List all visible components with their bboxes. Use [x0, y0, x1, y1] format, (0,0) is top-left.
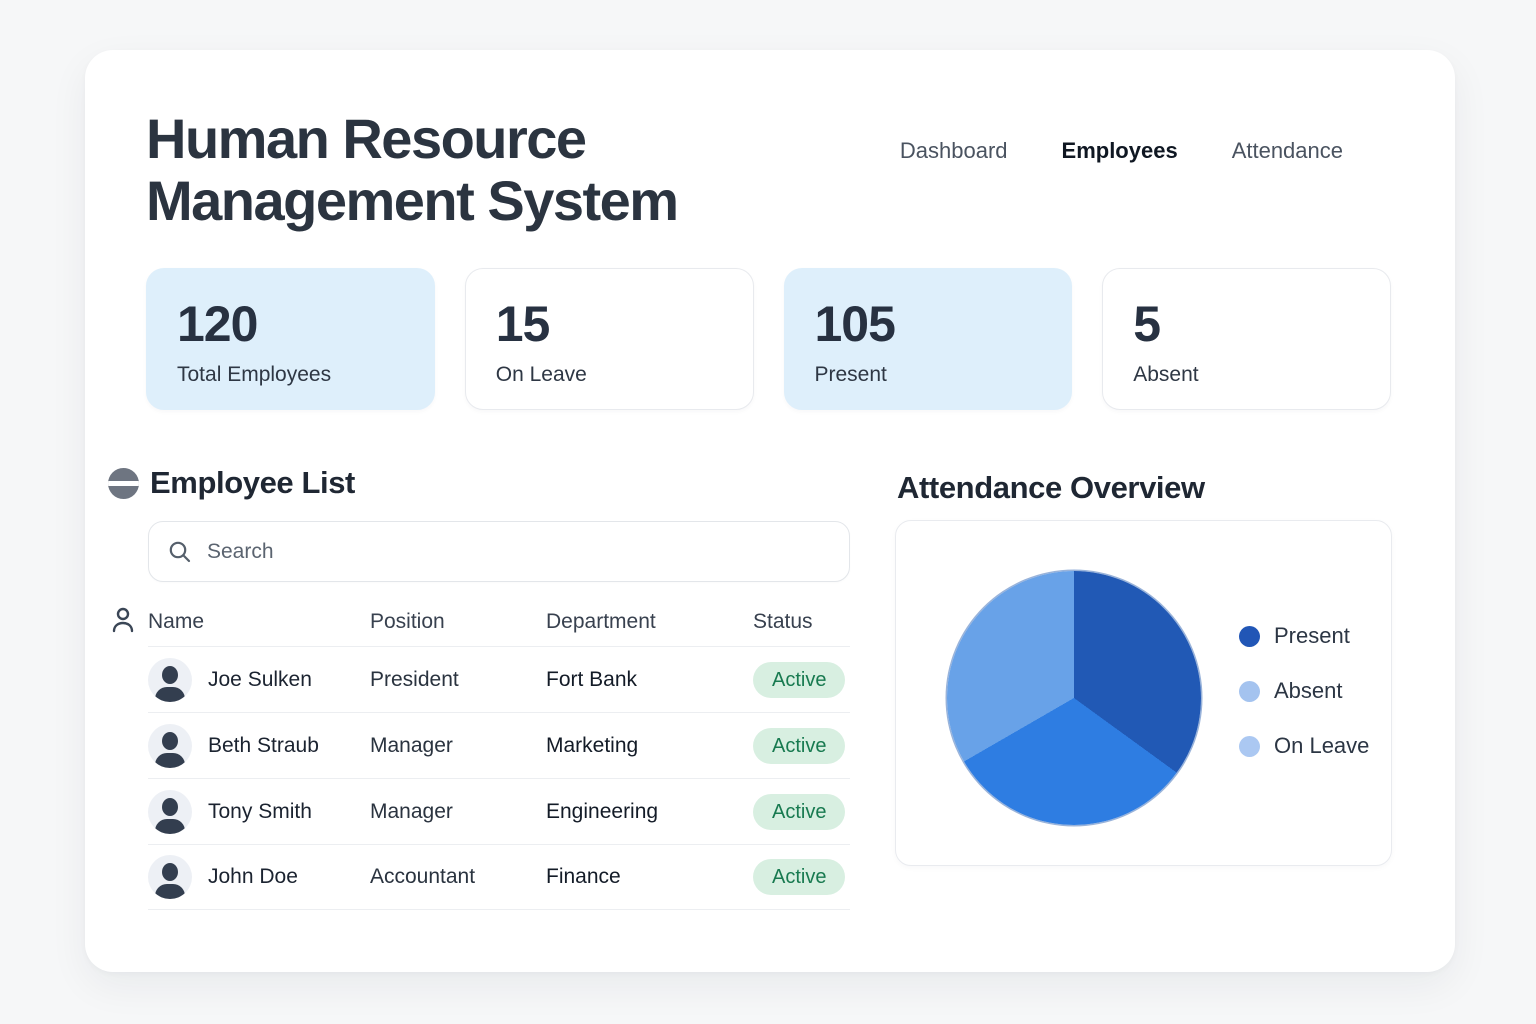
- cell-status: Active: [753, 727, 850, 764]
- column-header-department: Department: [546, 610, 656, 633]
- attendance-pie-chart: [947, 571, 1201, 825]
- cell-position: Accountant: [370, 865, 476, 888]
- status-badge: Active: [753, 727, 846, 764]
- stat-label: On Leave: [495, 363, 587, 386]
- top-nav: Dashboard Employees Attendance: [900, 138, 1343, 164]
- stat-card-present: 105 Present: [783, 268, 1073, 410]
- legend-label: Present: [1274, 623, 1350, 648]
- attendance-chart-card: Present Absent On Leave: [895, 520, 1392, 866]
- chart-legend: Present Absent On Leave: [1239, 623, 1369, 759]
- status-badge: Active: [753, 661, 846, 698]
- column-header-position: Position: [370, 610, 445, 633]
- avatar-icon: [148, 723, 192, 768]
- legend-dot-on-leave: [1239, 735, 1260, 757]
- person-outline-icon: [110, 606, 136, 634]
- search-box: [148, 521, 850, 582]
- status-badge: Active: [753, 793, 846, 830]
- table-header-row: Name Position Department Status: [148, 598, 850, 646]
- stat-label: Present: [814, 363, 887, 386]
- cell-position: Manager: [370, 733, 453, 757]
- stat-label: Total Employees: [177, 363, 332, 386]
- nav-item-attendance[interactable]: Attendance: [1232, 138, 1343, 164]
- table-row[interactable]: Beth Straub Manager Marketing Active: [148, 712, 850, 778]
- page: Human Resource Management System Dashboa…: [0, 0, 1536, 1024]
- employee-list-title: Employee List: [150, 465, 355, 500]
- search-icon: [167, 539, 193, 565]
- stat-value: 5: [1133, 296, 1161, 352]
- stat-card-total-employees: 120 Total Employees: [146, 268, 435, 410]
- status-badge: Active: [753, 859, 846, 895]
- stat-cards: 120 Total Employees 15 On Leave 105 Pres…: [146, 268, 1391, 410]
- legend-item-present: Present: [1239, 623, 1369, 649]
- cell-position: President: [370, 667, 459, 691]
- column-header-status: Status: [753, 610, 813, 633]
- table-row[interactable]: Tony Smith Manager Engineering Active: [148, 778, 850, 844]
- cell-name: John Doe: [148, 855, 370, 899]
- attendance-overview-title: Attendance Overview: [897, 470, 1205, 505]
- legend-dot-present: [1239, 625, 1260, 647]
- avatar-icon: [148, 789, 192, 834]
- stat-value: 15: [495, 296, 551, 352]
- cell-department: Engineering: [546, 799, 659, 823]
- nav-item-employees[interactable]: Employees: [1062, 138, 1178, 164]
- main-panel: Human Resource Management System Dashboa…: [85, 50, 1455, 972]
- cell-department: Marketing: [546, 733, 639, 757]
- column-header-name: Name: [148, 610, 205, 633]
- stat-value: 105: [814, 296, 896, 352]
- page-title: Human Resource Management System: [146, 107, 679, 233]
- cell-department: Finance: [546, 865, 621, 888]
- employee-name: Joe Sulken: [208, 667, 312, 691]
- stat-card-on-leave: 15 On Leave: [464, 268, 754, 410]
- cell-name: Tony Smith: [148, 789, 370, 834]
- cell-position: Manager: [370, 799, 453, 823]
- employee-name: Tony Smith: [208, 799, 312, 823]
- employee-name: Beth Straub: [208, 733, 319, 757]
- legend-item-absent: Absent: [1239, 678, 1369, 704]
- legend-dot-absent: [1239, 680, 1260, 702]
- stat-card-absent: 5 Absent: [1102, 268, 1391, 410]
- table-row[interactable]: Joe Sulken President Fort Bank Active: [148, 646, 850, 712]
- employee-table: Name Position Department Status Joe Sulk…: [148, 598, 850, 910]
- cell-name: Beth Straub: [148, 723, 370, 768]
- avatar-icon: [148, 657, 192, 702]
- legend-label: On Leave: [1274, 733, 1370, 758]
- avatar-icon: [148, 855, 192, 899]
- stat-value: 120: [177, 296, 258, 352]
- cell-status: Active: [753, 793, 850, 830]
- table-row[interactable]: John Doe Accountant Finance Active: [148, 844, 850, 910]
- cell-status: Active: [753, 859, 850, 895]
- employee-list-header: Employee List: [108, 465, 355, 501]
- list-circle-icon: [108, 467, 139, 499]
- cell-name: Joe Sulken: [148, 657, 370, 702]
- legend-item-on-leave: On Leave: [1239, 733, 1369, 759]
- cell-status: Active: [753, 661, 850, 698]
- legend-label: Absent: [1274, 678, 1343, 703]
- cell-department: Fort Bank: [546, 667, 638, 691]
- nav-item-dashboard[interactable]: Dashboard: [900, 138, 1008, 164]
- employee-name: John Doe: [208, 865, 298, 888]
- stat-label: Absent: [1133, 363, 1199, 386]
- search-input[interactable]: [207, 539, 831, 564]
